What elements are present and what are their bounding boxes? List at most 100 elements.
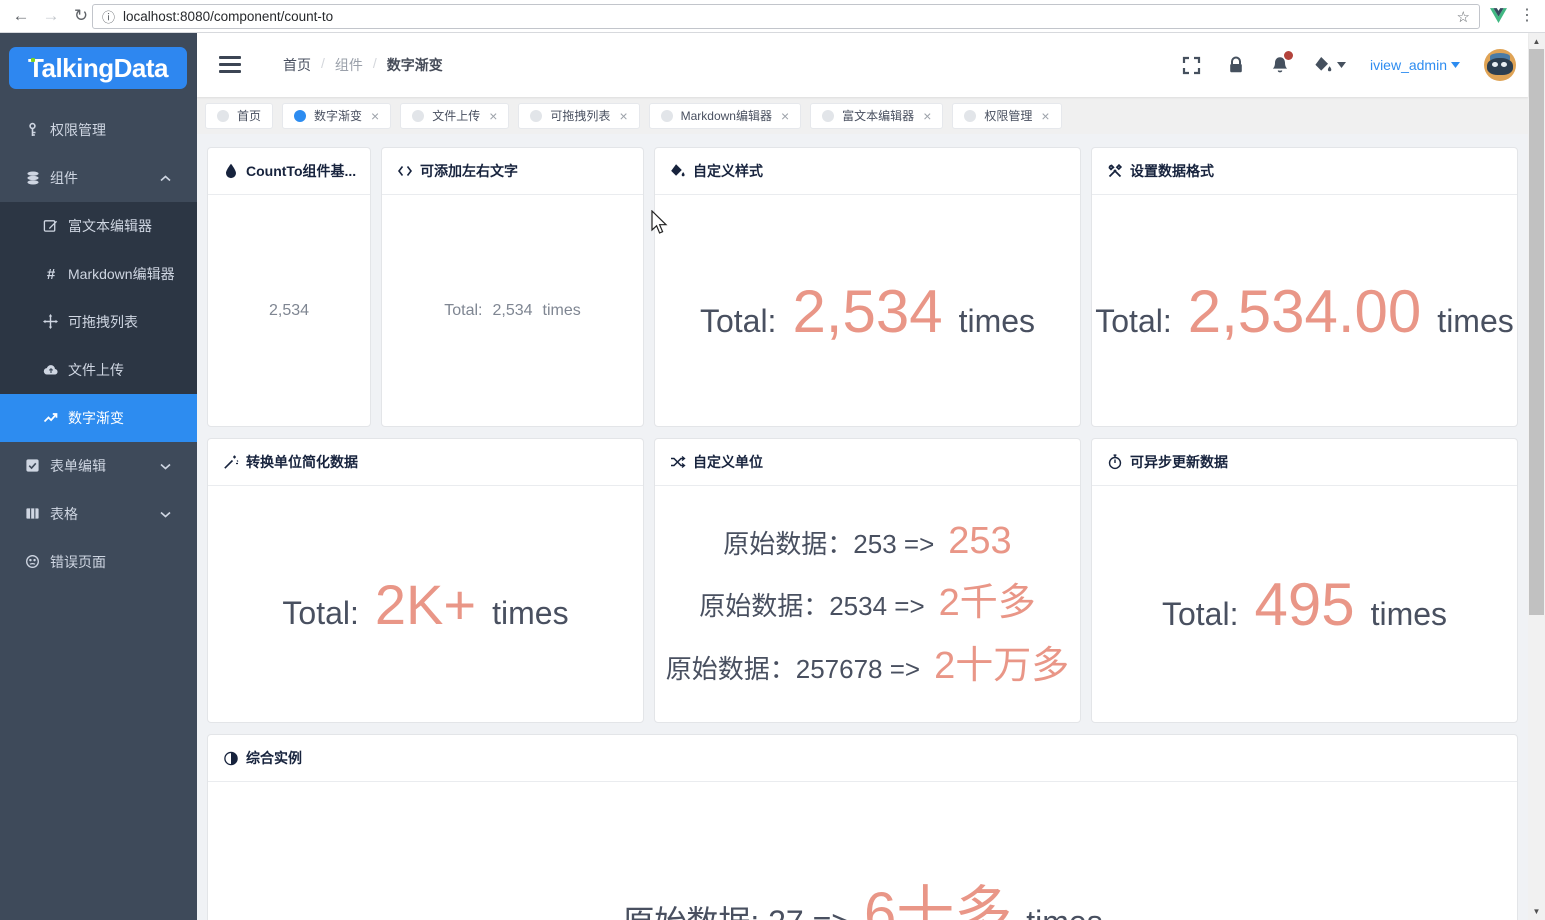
count-suffix: times — [1437, 302, 1514, 339]
card-data-format: 设置数据格式 Total: 2,534.00 times — [1091, 147, 1518, 427]
card-simplify-units: 转换单位简化数据 Total: 2K+ times — [207, 438, 644, 723]
fullscreen-icon[interactable] — [1181, 55, 1202, 76]
sidebar-item-markdown-editor[interactable]: # Markdown编辑器 — [0, 250, 197, 298]
count-suffix: times — [542, 302, 581, 319]
page-info-icon[interactable]: ⓘ — [102, 7, 115, 26]
card-custom-unit: 自定义单位 原始数据：253 => 253 原始数据：2534 => 2千多 原… — [654, 438, 1081, 723]
breadcrumb-home[interactable]: 首页 — [283, 55, 311, 75]
stopwatch-icon — [1108, 454, 1122, 470]
card-title: 转换单位简化数据 — [246, 454, 358, 470]
tag-dot — [412, 109, 425, 122]
scroll-down-arrow[interactable]: ▼ — [1528, 903, 1545, 920]
page-content: CountTo组件基... 2,534 可添加左右文字 Total: 2,534… — [197, 134, 1528, 920]
count-prefix: Total: — [1161, 596, 1239, 632]
move-icon — [43, 314, 59, 330]
checkbox-icon — [25, 458, 41, 474]
notifications-bell-icon[interactable] — [1270, 50, 1293, 76]
sidebar-toggle-button[interactable] — [219, 56, 241, 77]
url-bar[interactable]: ⓘ localhost:8080/component/count-to ☆ — [92, 4, 1480, 29]
breadcrumb-current: 数字渐变 — [386, 57, 443, 73]
sidebar-item-components[interactable]: 组件 — [0, 154, 197, 202]
count-suffix: times — [1026, 904, 1102, 920]
count-suffix: times — [1370, 596, 1448, 632]
count-value: 2,534 — [268, 302, 310, 319]
converted-value: 2十万多 — [934, 645, 1070, 687]
converted-value: 2千多 — [938, 582, 1036, 624]
url-text[interactable]: localhost:8080/component/count-to — [123, 9, 1457, 24]
tag-close-icon[interactable]: × — [619, 109, 627, 123]
app-logo[interactable]: TalkingData — [9, 47, 187, 89]
converted-value: 253 — [948, 520, 1012, 562]
sidebar-item-permissions[interactable]: 权限管理 — [0, 106, 197, 154]
card-title: 可异步更新数据 — [1130, 454, 1228, 470]
theme-paint-icon[interactable] — [1314, 56, 1346, 74]
tag-dot — [217, 109, 229, 122]
tag-markdown-editor[interactable]: Markdown编辑器 × — [648, 102, 802, 129]
tag-close-icon[interactable]: × — [923, 109, 931, 123]
sidebar-item-count-to[interactable]: 数字渐变 — [0, 394, 197, 442]
card-countto-basic: CountTo组件基... 2,534 — [207, 147, 371, 427]
count-suffix: times — [492, 595, 569, 631]
sidebar-item-draggable-list[interactable]: 可拖拽列表 — [0, 298, 197, 346]
user-menu[interactable]: iview_admin — [1370, 57, 1460, 73]
tag-close-icon[interactable]: × — [1041, 109, 1049, 123]
notification-badge — [1283, 50, 1293, 60]
tag-close-icon[interactable]: × — [781, 109, 789, 123]
tag-dot-active — [294, 109, 307, 122]
breadcrumb: 首页 / 组件 / 数字渐变 — [283, 55, 443, 75]
browser-back-icon[interactable]: ← — [6, 6, 36, 26]
avatar[interactable] — [1484, 49, 1516, 81]
unit-row: 原始数据：257678 => 2十万多 — [666, 634, 1070, 689]
tag-dot — [964, 109, 977, 122]
tag-count-to[interactable]: 数字渐变 × — [282, 102, 392, 129]
count-value: 495 — [1254, 571, 1355, 638]
vue-devtools-icon[interactable] — [1490, 8, 1507, 28]
header-actions: iview_admin — [1181, 33, 1516, 97]
tag-home[interactable]: 首页 — [205, 102, 274, 129]
count-value: 2K+ — [374, 573, 477, 636]
lock-icon[interactable] — [1226, 55, 1246, 75]
breadcrumb-section[interactable]: 组件 — [335, 55, 363, 75]
tag-rich-text-editor[interactable]: 富文本编辑器 × — [810, 102, 944, 129]
card-async-update: 可异步更新数据 Total: 495 times — [1091, 438, 1518, 723]
card-title: 自定义单位 — [693, 454, 763, 470]
tag-permissions[interactable]: 权限管理 × — [952, 102, 1062, 129]
sidebar-item-error-pages[interactable]: 错误页面 — [0, 538, 197, 586]
browser-menu-icon[interactable]: ⋮ — [1519, 5, 1535, 25]
count-value: 2,534 — [792, 277, 943, 345]
mouse-cursor — [651, 210, 668, 234]
sidebar-item-table[interactable]: 表格 — [0, 490, 197, 538]
chevron-up-icon — [160, 174, 171, 182]
card-title: 可添加左右文字 — [420, 163, 518, 179]
table-columns-icon — [25, 506, 41, 522]
tag-close-icon[interactable]: × — [489, 109, 497, 123]
code-icon — [397, 166, 413, 176]
compose-icon — [43, 218, 59, 234]
source-label: 原始数据：2534 => — [699, 591, 925, 621]
tag-draggable-list[interactable]: 可拖拽列表 × — [518, 102, 640, 129]
sidebar: TalkingData 权限管理 组件 富文本编辑器 # Markdown编辑器… — [0, 33, 197, 920]
count-prefix: Total: — [444, 302, 483, 319]
layers-icon — [25, 170, 41, 186]
sidebar-item-file-upload[interactable]: 文件上传 — [0, 346, 197, 394]
sidebar-item-form-editor[interactable]: 表单编辑 — [0, 442, 197, 490]
sidebar-item-rich-text-editor[interactable]: 富文本编辑器 — [0, 202, 197, 250]
sad-face-icon — [25, 554, 41, 570]
shuffle-icon — [671, 455, 686, 469]
browser-toolbar: ← → ↻ ⓘ localhost:8080/component/count-t… — [0, 0, 1545, 33]
water-drop-icon — [226, 163, 236, 179]
key-icon — [25, 122, 41, 138]
card-custom-style: 自定义样式 Total: 2,534 times — [654, 147, 1081, 427]
tag-file-upload[interactable]: 文件上传 × — [400, 102, 510, 129]
browser-forward-icon[interactable]: → — [36, 6, 66, 26]
scroll-up-arrow[interactable]: ▲ — [1528, 33, 1545, 50]
components-submenu: 富文本编辑器 # Markdown编辑器 可拖拽列表 文件上传 数字渐变 — [0, 202, 197, 442]
page-scrollbar[interactable]: ▲ ▼ — [1528, 33, 1545, 920]
count-prefix: Total: — [282, 595, 359, 631]
tag-dot — [530, 109, 543, 122]
tag-close-icon[interactable]: × — [371, 109, 379, 123]
scrollbar-thumb[interactable] — [1529, 49, 1544, 615]
converted-value: 6十多 — [863, 881, 1013, 920]
tag-dot — [660, 109, 673, 122]
bookmark-star-icon[interactable]: ☆ — [1457, 8, 1470, 26]
